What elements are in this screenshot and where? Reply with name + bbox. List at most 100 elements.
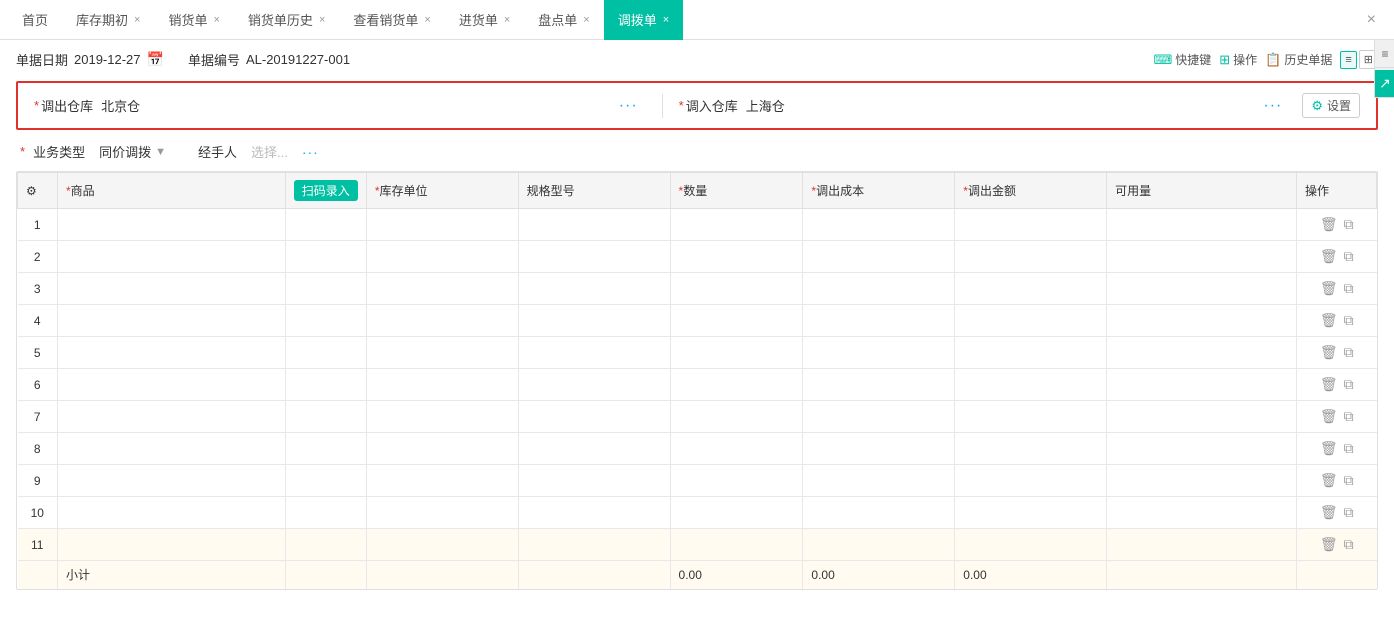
spec-cell[interactable] [518, 529, 670, 561]
tab-transfer-close[interactable]: × [663, 14, 669, 26]
unit-cell[interactable] [366, 209, 518, 241]
copy-row-icon[interactable]: ⧉ [1344, 280, 1354, 297]
source-warehouse-value[interactable]: 北京仓 [101, 96, 611, 115]
business-type-select[interactable]: 同价调拨 ▼ [99, 142, 166, 161]
tab-view-sale-close[interactable]: × [424, 14, 430, 26]
unit-cell[interactable] [366, 401, 518, 433]
copy-row-icon[interactable]: ⧉ [1344, 312, 1354, 329]
cost-cell[interactable] [803, 209, 955, 241]
qty-cell[interactable] [670, 529, 803, 561]
amount-cell[interactable] [955, 465, 1107, 497]
unit-cell[interactable] [366, 529, 518, 561]
spec-cell[interactable] [518, 369, 670, 401]
delete-row-icon[interactable]: 🗑 [1320, 472, 1338, 489]
spec-cell[interactable] [518, 401, 670, 433]
cost-cell[interactable] [803, 401, 955, 433]
product-cell[interactable] [58, 497, 286, 529]
qty-cell[interactable] [670, 497, 803, 529]
cost-cell[interactable] [803, 433, 955, 465]
delete-row-icon[interactable]: 🗑 [1320, 248, 1338, 265]
delete-row-icon[interactable]: 🗑 [1320, 440, 1338, 457]
unit-cell[interactable] [366, 369, 518, 401]
copy-row-icon[interactable]: ⧉ [1344, 536, 1354, 553]
unit-cell[interactable] [366, 241, 518, 273]
handler-select[interactable]: 选择... [251, 142, 288, 161]
cost-cell[interactable] [803, 529, 955, 561]
product-cell[interactable] [58, 433, 286, 465]
calendar-icon[interactable]: 📅 [147, 51, 164, 68]
spec-cell[interactable] [518, 337, 670, 369]
cost-cell[interactable] [803, 337, 955, 369]
product-cell[interactable] [58, 305, 286, 337]
delete-row-icon[interactable]: 🗑 [1320, 344, 1338, 361]
settings-button[interactable]: ⚙ 设置 [1302, 93, 1360, 118]
copy-row-icon[interactable]: ⧉ [1344, 472, 1354, 489]
copy-row-icon[interactable]: ⧉ [1344, 408, 1354, 425]
product-cell[interactable] [58, 241, 286, 273]
unit-cell[interactable] [366, 433, 518, 465]
cost-cell[interactable] [803, 465, 955, 497]
product-cell[interactable] [58, 209, 286, 241]
product-cell[interactable] [58, 529, 286, 561]
qty-cell[interactable] [670, 369, 803, 401]
list-view-button[interactable]: ≡ [1340, 51, 1356, 69]
qty-cell[interactable] [670, 305, 803, 337]
history-button[interactable]: 📋 历史单据 [1265, 51, 1332, 68]
copy-row-icon[interactable]: ⧉ [1344, 248, 1354, 265]
copy-row-icon[interactable]: ⧉ [1344, 504, 1354, 521]
tab-sale-history[interactable]: 销货单历史 × [234, 0, 339, 40]
cost-cell[interactable] [803, 369, 955, 401]
product-cell[interactable] [58, 401, 286, 433]
qty-cell[interactable] [670, 465, 803, 497]
product-cell[interactable] [58, 273, 286, 305]
cost-cell[interactable] [803, 273, 955, 305]
tab-purchase-close[interactable]: × [504, 14, 510, 26]
delete-row-icon[interactable]: 🗑 [1320, 376, 1338, 393]
unit-cell[interactable] [366, 273, 518, 305]
cost-cell[interactable] [803, 241, 955, 273]
spec-cell[interactable] [518, 241, 670, 273]
cost-cell[interactable] [803, 305, 955, 337]
product-cell[interactable] [58, 337, 286, 369]
amount-cell[interactable] [955, 241, 1107, 273]
delete-row-icon[interactable]: 🗑 [1320, 280, 1338, 297]
shortcut-key-button[interactable]: ⌨ 快捷键 [1153, 51, 1211, 68]
delete-row-icon[interactable]: 🗑 [1320, 216, 1338, 233]
product-cell[interactable] [58, 465, 286, 497]
col-settings-header[interactable]: ⚙ [18, 173, 58, 209]
copy-row-icon[interactable]: ⧉ [1344, 440, 1354, 457]
sidebar-action-icon[interactable]: ↗ [1375, 70, 1394, 98]
qty-cell[interactable] [670, 209, 803, 241]
scan-entry-button[interactable]: 扫码录入 [294, 180, 358, 201]
tab-view-sale[interactable]: 查看销货单 × [339, 0, 444, 40]
delete-row-icon[interactable]: 🗑 [1320, 408, 1338, 425]
delete-row-icon[interactable]: 🗑 [1320, 312, 1338, 329]
qty-cell[interactable] [670, 241, 803, 273]
spec-cell[interactable] [518, 273, 670, 305]
target-warehouse-value[interactable]: 上海仓 [746, 96, 1256, 115]
tab-home[interactable]: 首页 [8, 0, 62, 40]
amount-cell[interactable] [955, 273, 1107, 305]
spec-cell[interactable] [518, 209, 670, 241]
source-warehouse-more[interactable]: ··· [611, 97, 646, 115]
delete-row-icon[interactable]: 🗑 [1320, 536, 1338, 553]
target-warehouse-more[interactable]: ··· [1255, 97, 1290, 115]
qty-cell[interactable] [670, 273, 803, 305]
qty-cell[interactable] [670, 433, 803, 465]
amount-cell[interactable] [955, 305, 1107, 337]
tab-sale-order-close[interactable]: × [213, 14, 219, 26]
tab-sale-order[interactable]: 销货单 × [154, 0, 233, 40]
sidebar-list-icon[interactable]: ≡ [1375, 40, 1394, 68]
close-all-button[interactable]: × [1357, 11, 1386, 29]
tab-stocktake-close[interactable]: × [583, 14, 589, 26]
operation-button[interactable]: ⊞ 操作 [1219, 51, 1257, 68]
tab-purchase[interactable]: 进货单 × [445, 0, 524, 40]
handler-more[interactable]: ··· [302, 144, 319, 160]
unit-cell[interactable] [366, 497, 518, 529]
spec-cell[interactable] [518, 433, 670, 465]
cost-cell[interactable] [803, 497, 955, 529]
unit-cell[interactable] [366, 465, 518, 497]
tab-sale-history-close[interactable]: × [319, 14, 325, 26]
amount-cell[interactable] [955, 529, 1107, 561]
amount-cell[interactable] [955, 433, 1107, 465]
